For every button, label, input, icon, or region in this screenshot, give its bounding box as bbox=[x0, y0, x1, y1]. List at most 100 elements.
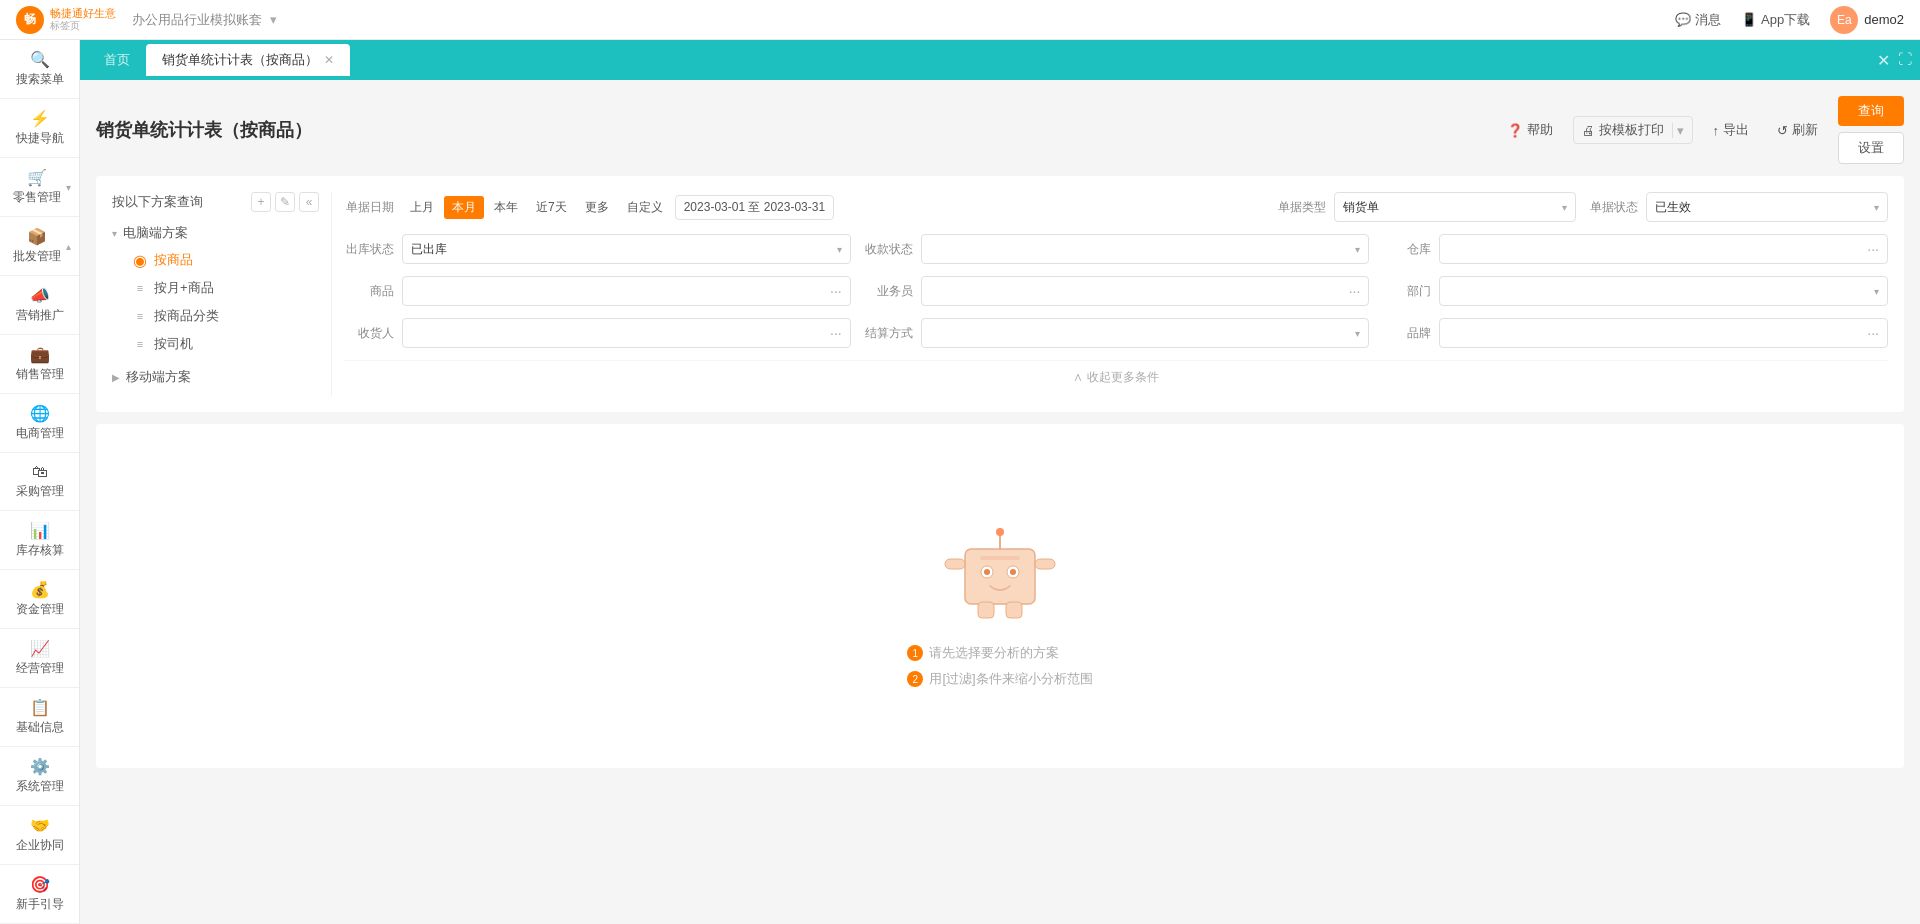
sidebar-item-sys[interactable]: ⚙️ 系统管理 bbox=[0, 747, 79, 806]
empty-state: 1 请先选择要分析的方案 2 用[过滤]条件来缩小分析范围 bbox=[96, 424, 1904, 768]
date-tab-this-month[interactable]: 本月 bbox=[444, 196, 484, 219]
recipient-input[interactable]: ··· bbox=[402, 318, 851, 348]
warehouse-input[interactable]: ··· bbox=[1439, 234, 1888, 264]
retail-icon: 🛒 bbox=[27, 168, 47, 187]
sidebar-item-finance[interactable]: 💰 资金管理 bbox=[0, 570, 79, 629]
department-dropdown-icon: ▾ bbox=[1874, 286, 1879, 297]
svg-point-4 bbox=[984, 569, 990, 575]
user-area[interactable]: Ea demo2 bbox=[1830, 6, 1904, 34]
product-dots-icon[interactable]: ··· bbox=[830, 283, 842, 299]
salesperson-dots-icon[interactable]: ··· bbox=[1349, 283, 1361, 299]
sidebar-item-operation[interactable]: 📈 经营管理 bbox=[0, 629, 79, 688]
svg-rect-12 bbox=[980, 556, 1020, 560]
doc-status-dropdown-icon: ▾ bbox=[1874, 202, 1879, 213]
scheme-group-mobile-header[interactable]: ▶ 移动端方案 bbox=[112, 364, 319, 390]
scheme-item-by-month-product-icon: ≡ bbox=[132, 280, 148, 296]
brand-input[interactable]: ··· bbox=[1439, 318, 1888, 348]
warehouse-dots-icon[interactable]: ··· bbox=[1867, 241, 1879, 257]
doc-status-select[interactable]: 已生效 ▾ bbox=[1646, 192, 1888, 222]
scheme-edit-btn[interactable]: ✎ bbox=[275, 192, 295, 212]
date-tab-more[interactable]: 更多 bbox=[577, 196, 617, 219]
empty-step-2: 2 用[过滤]条件来缩小分析范围 bbox=[907, 670, 1092, 688]
page-content: 销货单统计计表（按商品） ❓ 帮助 🖨 按模板打印 ▾ ↑ 导出 bbox=[80, 80, 1920, 924]
export-btn[interactable]: ↑ 导出 bbox=[1705, 117, 1758, 143]
workspace-dropdown[interactable]: ▾ bbox=[270, 12, 277, 27]
sidebar-item-sales[interactable]: 💼 销售管理 bbox=[0, 335, 79, 394]
filter-field-recipient: 收货人 ··· bbox=[344, 318, 851, 348]
date-tab-custom[interactable]: 自定义 bbox=[619, 196, 671, 219]
page-title: 销货单统计计表（按商品） bbox=[96, 118, 312, 142]
department-select[interactable]: ▾ bbox=[1439, 276, 1888, 306]
tab-sales-stat[interactable]: 销货单统计计表（按商品） ✕ bbox=[146, 44, 350, 76]
filter-field-warehouse: 仓库 ··· bbox=[1381, 234, 1888, 264]
sidebar-item-search-menu[interactable]: 🔍 搜索菜单 bbox=[0, 40, 79, 99]
app-download-btn[interactable]: 📱 App下载 bbox=[1741, 11, 1810, 29]
doc-type-select[interactable]: 销货单 ▾ bbox=[1334, 192, 1576, 222]
sys-icon: ⚙️ bbox=[4, 757, 75, 776]
scheme-item-by-month-product[interactable]: ≡ 按月+商品 bbox=[112, 274, 319, 302]
tab-close-icon[interactable]: ✕ bbox=[324, 53, 334, 67]
filter-field-out-status: 出库状态 已出库 ▾ bbox=[344, 234, 851, 264]
sidebar-item-retail[interactable]: 🛒 零售管理 ▾ bbox=[0, 158, 79, 217]
sidebar-item-ecom[interactable]: 🌐 电商管理 bbox=[0, 394, 79, 453]
tab-home[interactable]: 首页 bbox=[88, 44, 146, 76]
empty-step-1: 1 请先选择要分析的方案 bbox=[907, 644, 1092, 662]
out-status-select[interactable]: 已出库 ▾ bbox=[402, 234, 851, 264]
marketing-icon: 📣 bbox=[4, 286, 75, 305]
svg-rect-11 bbox=[1006, 602, 1022, 618]
query-btn[interactable]: 查询 bbox=[1838, 96, 1904, 126]
payment-status-select[interactable]: ▾ bbox=[921, 234, 1370, 264]
scheme-collapse-btn[interactable]: « bbox=[299, 192, 319, 212]
collapse-bar[interactable]: ∧ 收起更多条件 bbox=[344, 360, 1888, 394]
scheme-group-desktop-header[interactable]: ▾ 电脑端方案 bbox=[112, 220, 319, 246]
date-tabs: 上月 本月 本年 近7天 更多 自定义 bbox=[402, 196, 671, 219]
filter-row-4: 收货人 ··· 结算方式 ▾ bbox=[344, 318, 1888, 348]
filter-field-product: 商品 ··· bbox=[344, 276, 851, 306]
tab-close-window[interactable]: ✕ bbox=[1877, 51, 1890, 70]
sidebar-item-new-guide[interactable]: 🎯 新手引导 bbox=[0, 865, 79, 924]
sales-icon: 💼 bbox=[4, 345, 75, 364]
message-btn[interactable]: 💬 消息 bbox=[1675, 11, 1721, 29]
page-actions: ❓ 帮助 🖨 按模板打印 ▾ ↑ 导出 ↺ 刷新 bbox=[1499, 96, 1905, 164]
sidebar-item-coop[interactable]: 🤝 企业协同 bbox=[0, 806, 79, 865]
sidebar-item-wholesale[interactable]: 📦 批发管理 ▴ bbox=[0, 217, 79, 276]
recipient-dots-icon[interactable]: ··· bbox=[830, 325, 842, 341]
download-icon: 📱 bbox=[1741, 12, 1757, 27]
print-icon: 🖨 bbox=[1582, 123, 1595, 138]
date-tab-this-year[interactable]: 本年 bbox=[486, 196, 526, 219]
scheme-item-by-product[interactable]: ◉ 按商品 bbox=[112, 246, 319, 274]
print-btn[interactable]: 🖨 按模板打印 ▾ bbox=[1573, 116, 1693, 144]
scheme-header-actions: + ✎ « bbox=[251, 192, 319, 212]
refresh-btn[interactable]: ↺ 刷新 bbox=[1769, 117, 1826, 143]
empty-illustration bbox=[940, 504, 1060, 624]
date-tab-last-month[interactable]: 上月 bbox=[402, 196, 442, 219]
sidebar-item-marketing[interactable]: 📣 营销推广 bbox=[0, 276, 79, 335]
sidebar-item-purchase[interactable]: 🛍 采购管理 bbox=[0, 453, 79, 511]
date-range-input[interactable]: 2023-03-01 至 2023-03-31 bbox=[675, 195, 834, 220]
salesperson-input[interactable]: ··· bbox=[921, 276, 1370, 306]
tab-maximize[interactable]: ⛶ bbox=[1898, 51, 1912, 70]
scheme-header: 按以下方案查询 + ✎ « bbox=[112, 192, 319, 212]
svg-rect-8 bbox=[945, 559, 965, 569]
sidebar-item-basic[interactable]: 📋 基础信息 bbox=[0, 688, 79, 747]
date-tab-7days[interactable]: 近7天 bbox=[528, 196, 575, 219]
product-input[interactable]: ··· bbox=[402, 276, 851, 306]
scheme-item-by-product-cat[interactable]: ≡ 按商品分类 bbox=[112, 302, 319, 330]
scheme-add-btn[interactable]: + bbox=[251, 192, 271, 212]
settings-btn[interactable]: 设置 bbox=[1838, 132, 1904, 164]
brand-dots-icon[interactable]: ··· bbox=[1867, 325, 1879, 341]
tab-bar: 首页 销货单统计计表（按商品） ✕ ✕ ⛶ bbox=[80, 40, 1920, 80]
sidebar-item-quick-nav[interactable]: ⚡ 快捷导航 bbox=[0, 99, 79, 158]
page-header: 销货单统计计表（按商品） ❓ 帮助 🖨 按模板打印 ▾ ↑ 导出 bbox=[96, 96, 1904, 164]
filter-field-doc-type: 单据类型 销货单 ▾ bbox=[1276, 192, 1576, 222]
help-btn[interactable]: ❓ 帮助 bbox=[1499, 117, 1561, 143]
scheme-item-by-scanner[interactable]: ≡ 按司机 bbox=[112, 330, 319, 358]
print-dropdown-arrow[interactable]: ▾ bbox=[1672, 123, 1684, 138]
empty-steps: 1 请先选择要分析的方案 2 用[过滤]条件来缩小分析范围 bbox=[907, 644, 1092, 688]
filter-field-brand: 品牌 ··· bbox=[1381, 318, 1888, 348]
logo-icon: 畅 bbox=[16, 6, 44, 34]
settlement-select[interactable]: ▾ bbox=[921, 318, 1370, 348]
sidebar-item-inventory[interactable]: 📊 库存核算 bbox=[0, 511, 79, 570]
operation-icon: 📈 bbox=[4, 639, 75, 658]
svg-rect-9 bbox=[1035, 559, 1055, 569]
